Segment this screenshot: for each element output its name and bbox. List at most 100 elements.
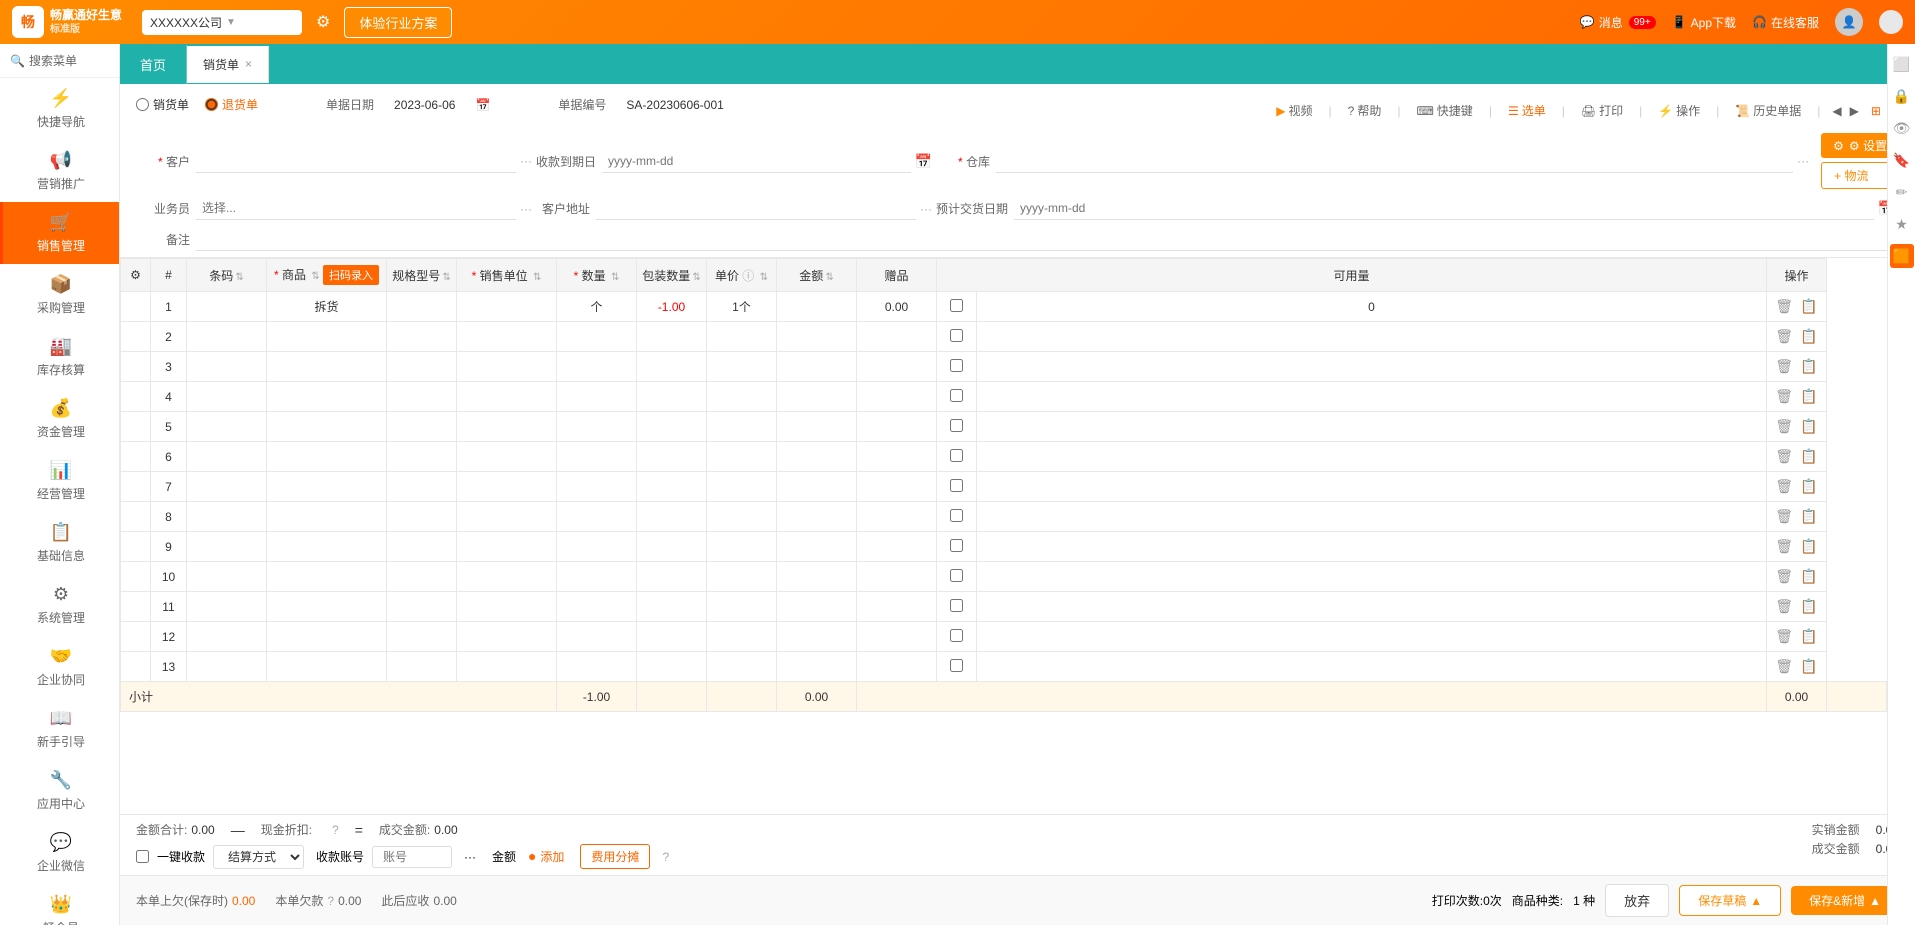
message-button[interactable]: 💬 消息 99+ xyxy=(1580,14,1656,31)
online-service-button[interactable]: 🎧 在线客服 xyxy=(1752,14,1819,31)
copy-row-icon[interactable]: 📋 xyxy=(1800,448,1817,464)
delete-row-icon[interactable]: 🗑 xyxy=(1775,628,1793,644)
sidebar-item-wechat[interactable]: 💬 企业微信 xyxy=(0,822,119,884)
copy-row-icon[interactable]: 📋 xyxy=(1800,568,1817,584)
address-input[interactable] xyxy=(596,197,916,220)
calendar-icon[interactable]: 📅 xyxy=(475,98,490,112)
staff-picker-icon[interactable]: ··· xyxy=(516,202,536,216)
delete-row-icon[interactable]: 🗑 xyxy=(1775,658,1793,674)
copy-row-icon[interactable]: 📋 xyxy=(1800,598,1817,614)
price-info-icon[interactable]: ⓘ xyxy=(742,269,754,283)
sales-order-radio[interactable]: 销货单 xyxy=(136,96,189,113)
save-dropdown-icon[interactable]: ▲ xyxy=(1869,894,1881,908)
select-btn[interactable]: ☰ 选单 xyxy=(1504,100,1550,121)
avatar[interactable]: 👤 xyxy=(1835,8,1863,36)
copy-row-icon[interactable]: 📋 xyxy=(1800,628,1817,644)
search-menu-item[interactable]: 🔍 搜索菜单 xyxy=(0,44,119,78)
tab-home[interactable]: 首页 xyxy=(120,45,187,84)
operations-btn[interactable]: ⚡ 操作 xyxy=(1654,100,1704,121)
tab-close-icon[interactable]: × xyxy=(245,57,252,71)
right-panel-icon-3[interactable]: 👁 xyxy=(1890,116,1914,140)
sidebar-item-basic-info[interactable]: 📋 基础信息 xyxy=(0,512,119,574)
copy-row-icon[interactable]: 📋 xyxy=(1800,658,1817,674)
sidebar-item-marketing[interactable]: 📢 营销推广 xyxy=(0,140,119,202)
due-date-input[interactable] xyxy=(602,150,911,173)
save-draft-button[interactable]: 保存草稿 ▲ xyxy=(1679,885,1781,916)
copy-row-icon[interactable]: 📋 xyxy=(1800,298,1817,314)
scan-button[interactable]: 扫码录入 xyxy=(323,265,379,285)
due-date-calendar-icon[interactable]: 📅 xyxy=(911,153,936,170)
print-btn[interactable]: 🖨 打印 xyxy=(1577,100,1627,121)
estimated-date-input[interactable] xyxy=(1014,197,1874,220)
video-btn[interactable]: ▶ 视频 xyxy=(1272,100,1316,121)
notes-input[interactable] xyxy=(196,228,1899,251)
tab-sales-order[interactable]: 销货单 × xyxy=(187,46,269,83)
save-new-button[interactable]: 保存&新增 ▲ xyxy=(1791,886,1899,915)
right-panel-icon-5[interactable]: ✏ xyxy=(1890,180,1914,204)
delete-row-icon[interactable]: 🗑 xyxy=(1775,298,1793,314)
return-order-radio[interactable]: 退货单 xyxy=(205,96,258,113)
delete-row-icon[interactable]: 🗑 xyxy=(1775,388,1793,404)
view-list-icon[interactable]: ⊞ xyxy=(1871,104,1881,118)
customer-picker-icon[interactable]: ··· xyxy=(516,154,536,168)
delete-row-icon[interactable]: 🗑 xyxy=(1775,328,1793,344)
expense-split-button[interactable]: 费用分摊 xyxy=(580,844,650,869)
avatar-extra[interactable] xyxy=(1879,10,1903,34)
delete-row-icon[interactable]: 🗑 xyxy=(1775,508,1793,524)
discount-help-icon[interactable]: ? xyxy=(332,823,339,837)
warehouse-input[interactable]: 建材仓 xyxy=(996,150,1793,173)
discard-button[interactable]: 放弃 xyxy=(1605,884,1669,917)
account-input[interactable] xyxy=(372,846,452,868)
sidebar-item-system[interactable]: ⚙ 系统管理 xyxy=(0,574,119,636)
sidebar-item-inventory[interactable]: 🏭 库存核算 xyxy=(0,326,119,388)
payment-help-icon[interactable]: ? xyxy=(662,850,669,864)
copy-row-icon[interactable]: 📋 xyxy=(1800,388,1817,404)
trial-button[interactable]: 体验行业方案 xyxy=(344,7,452,38)
sidebar-item-operations[interactable]: 📊 经营管理 xyxy=(0,450,119,512)
sidebar-item-finance[interactable]: 💰 资金管理 xyxy=(0,388,119,450)
draft-dropdown-icon[interactable]: ▲ xyxy=(1750,894,1762,908)
sidebar-item-sales[interactable]: 🛒 销售管理 xyxy=(0,202,119,264)
copy-row-icon[interactable]: 📋 xyxy=(1800,328,1817,344)
right-panel-icon-2[interactable]: 🔒 xyxy=(1890,84,1914,108)
nav-prev-icon[interactable]: ◀ xyxy=(1832,104,1841,118)
delete-row-icon[interactable]: 🗑 xyxy=(1775,538,1793,554)
history-btn[interactable]: 📜 历史单据 xyxy=(1731,100,1805,121)
copy-row-icon[interactable]: 📋 xyxy=(1800,358,1817,374)
settlement-select[interactable]: 结算方式 xyxy=(213,845,304,869)
settings-icon[interactable]: ⚙ xyxy=(312,8,334,36)
right-panel-icon-6[interactable]: ★ xyxy=(1890,212,1914,236)
th-settings[interactable]: ⚙ xyxy=(121,259,151,292)
copy-row-icon[interactable]: 📋 xyxy=(1800,478,1817,494)
app-download-button[interactable]: 📱 App下载 xyxy=(1672,14,1736,31)
sidebar-item-guide[interactable]: 📖 新手引导 xyxy=(0,698,119,760)
shortcuts-btn[interactable]: ⌨ 快捷键 xyxy=(1412,100,1476,121)
nav-next-icon[interactable]: ▶ xyxy=(1850,104,1859,118)
delete-row-icon[interactable]: 🗑 xyxy=(1775,358,1793,374)
address-picker-icon[interactable]: ··· xyxy=(916,202,936,216)
sidebar-item-purchase[interactable]: 📦 采购管理 xyxy=(0,264,119,326)
delete-row-icon[interactable]: 🗑 xyxy=(1775,418,1793,434)
sidebar-item-app-center[interactable]: 🔧 应用中心 xyxy=(0,760,119,822)
copy-row-icon[interactable]: 📋 xyxy=(1800,418,1817,434)
copy-row-icon[interactable]: 📋 xyxy=(1800,538,1817,554)
sidebar-item-member[interactable]: 👑 畅会员 xyxy=(0,884,119,925)
one-click-pay-checkbox[interactable] xyxy=(136,850,149,863)
debt-info-icon[interactable]: ? xyxy=(327,894,334,908)
customer-input[interactable] xyxy=(196,150,516,173)
copy-row-icon[interactable]: 📋 xyxy=(1800,508,1817,524)
delete-row-icon[interactable]: 🗑 xyxy=(1775,448,1793,464)
sidebar-item-quick-nav[interactable]: ⚡ 快捷导航 xyxy=(0,78,119,140)
sidebar-item-enterprise[interactable]: 🤝 企业协同 xyxy=(0,636,119,698)
right-panel-icon-7[interactable]: 🟧 xyxy=(1890,244,1914,268)
help-btn[interactable]: ? 帮助 xyxy=(1344,100,1386,121)
staff-input[interactable] xyxy=(196,197,516,220)
right-panel-icon-1[interactable]: ⬜ xyxy=(1890,52,1914,76)
warehouse-picker-icon[interactable]: ··· xyxy=(1793,154,1813,168)
add-payment-icon[interactable]: ● 添加 xyxy=(528,848,564,865)
delete-row-icon[interactable]: 🗑 xyxy=(1775,478,1793,494)
company-selector[interactable]: XXXXXX公司 ▼ xyxy=(142,10,302,35)
right-panel-icon-4[interactable]: 🔖 xyxy=(1890,148,1914,172)
delete-row-icon[interactable]: 🗑 xyxy=(1775,598,1793,614)
delete-row-icon[interactable]: 🗑 xyxy=(1775,568,1793,584)
